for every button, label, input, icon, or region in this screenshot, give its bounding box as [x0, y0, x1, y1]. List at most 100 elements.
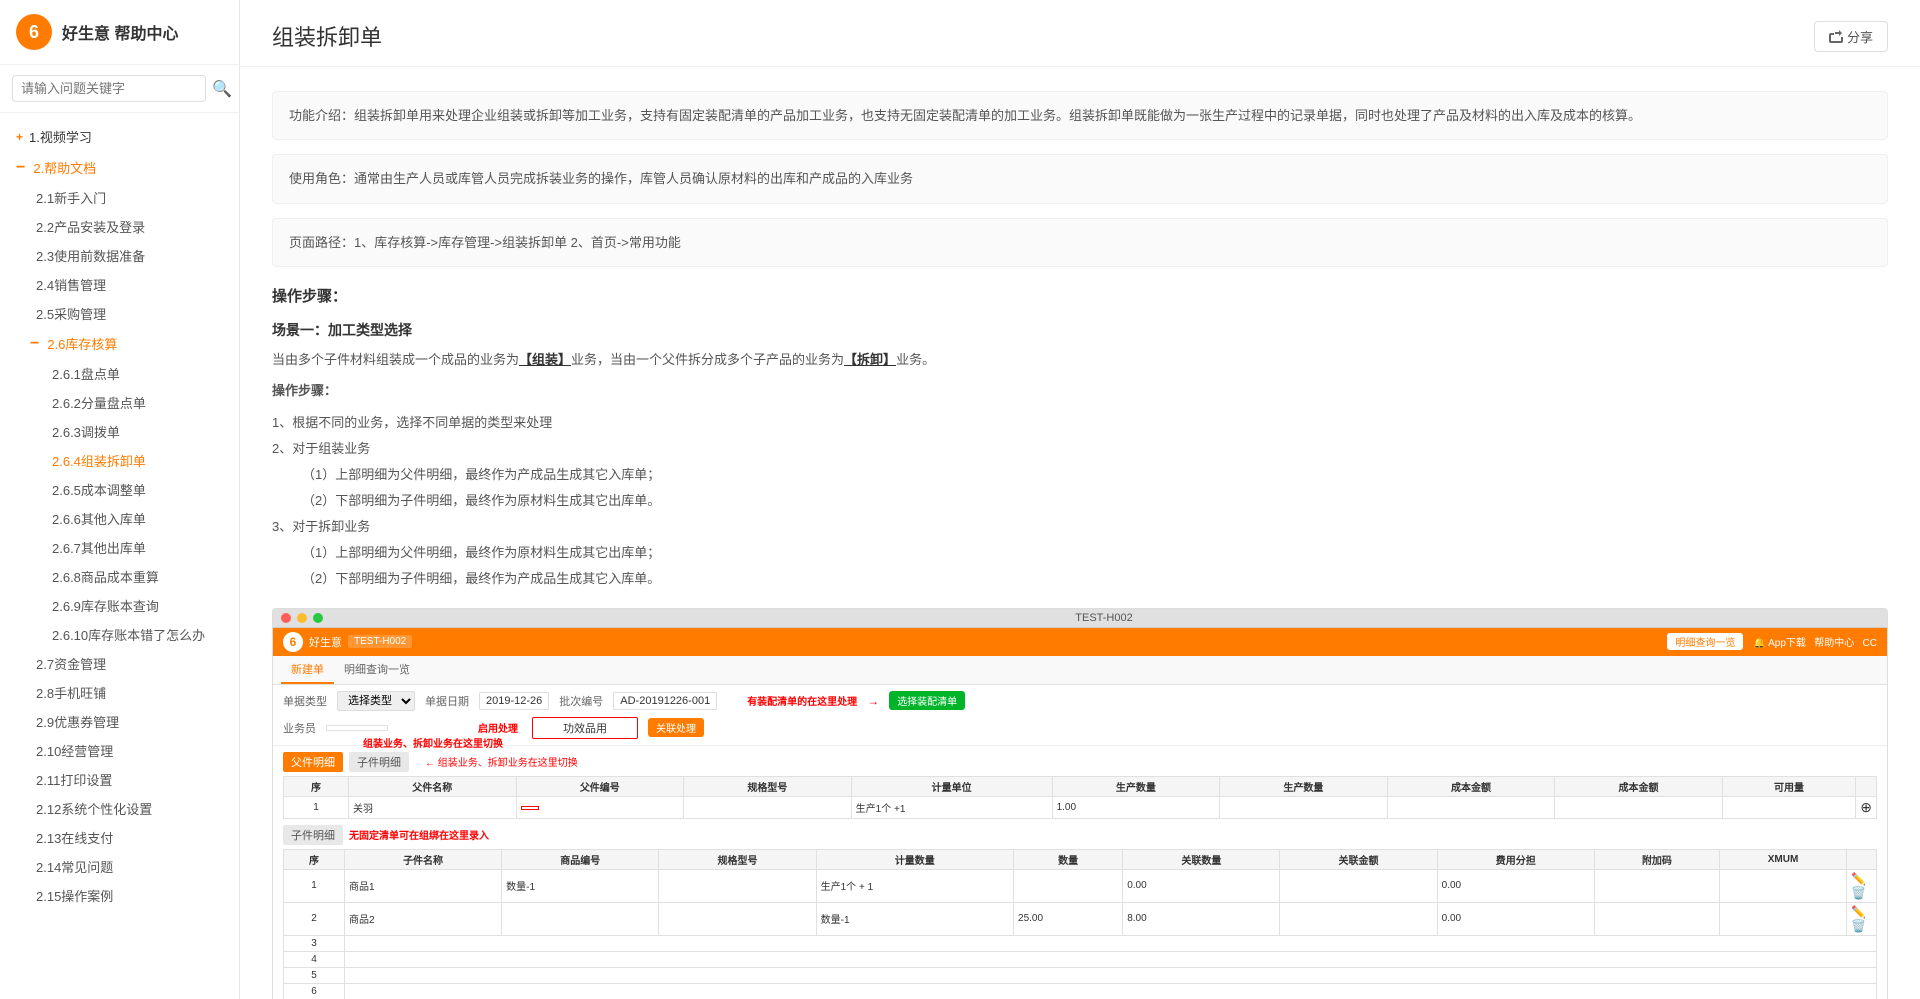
td-sub-spec1 [659, 869, 816, 902]
sidebar-item-docs-2-6[interactable]: − 2.6库存核算 [0, 328, 239, 359]
sidebar-item-docs-2-2[interactable]: 2.2产品安装及登录 [0, 212, 239, 241]
sc-table-label-lower: 子件明细 [349, 752, 409, 772]
window-close [281, 613, 291, 623]
sidebar-item-docs-2-6-7[interactable]: 2.6.7其他出库单 [0, 533, 239, 562]
td-sub-empty4 [344, 951, 1876, 967]
sidebar-item-docs-2-12[interactable]: 2.12系统个性化设置 [0, 794, 239, 823]
sidebar: 6 好生意 帮助中心 🔍 + 1.视频学习 − 2.帮助文档 2.1新手入门 2… [0, 0, 240, 999]
sidebar-item-docs[interactable]: − 2.帮助文档 [0, 152, 239, 183]
window-min [297, 613, 307, 623]
sidebar-item-docs-2-6-1[interactable]: 2.6.1盘点单 [0, 359, 239, 388]
topbar-new-btn[interactable]: 明细查询一览 [1667, 633, 1743, 650]
topbar-icons: 🔔 App下载 帮助中心 CC [1753, 634, 1877, 649]
sidebar-item-docs-2-8[interactable]: 2.8手机旺铺 [0, 678, 239, 707]
sidebar-item-label: 1.视频学习 [29, 127, 92, 146]
row-action-1[interactable]: ✏️ [1851, 872, 1866, 886]
th-cost1: 成本金额 [1387, 776, 1555, 796]
form-date-value[interactable]: 2019-12-26 [479, 692, 549, 710]
td-sub-code1: 数量-1 [502, 869, 659, 902]
sidebar-item-docs-2-9[interactable]: 2.9优惠券管理 [0, 707, 239, 736]
td-code [516, 796, 684, 818]
sc-tab-detail[interactable]: 明细查询一览 [334, 656, 420, 684]
expand-row-icon[interactable]: ⊕ [1860, 799, 1872, 815]
sidebar-item-docs-2-13[interactable]: 2.13在线支付 [0, 823, 239, 852]
td-spec [684, 796, 852, 818]
sidebar-item-label: 2.帮助文档 [33, 158, 96, 177]
sidebar-item-docs-2-6-6[interactable]: 2.6.6其他入库单 [0, 504, 239, 533]
sidebar-item-docs-2-15[interactable]: 2.15操作案例 [0, 881, 239, 910]
btn-choose-assembly[interactable]: 选择装配清单 [889, 691, 965, 710]
form-salesman-input[interactable] [326, 725, 388, 731]
td-code-red-box[interactable] [521, 806, 539, 810]
th-prod-qty2: 生产数量 [1220, 776, 1388, 796]
steps-list: 1、根据不同的业务，选择不同单据的类型来处理 2、对于组装业务 （1）上部明细为… [272, 410, 1888, 592]
share-button[interactable]: 分享 [1814, 21, 1888, 52]
td-sub-seq2: 2 [284, 902, 345, 935]
sidebar-nav: + 1.视频学习 − 2.帮助文档 2.1新手入门 2.2产品安装及登录 2.3… [0, 113, 239, 999]
th-prod-qty1: 生产数量 [1052, 776, 1220, 796]
intro-text: 功能介绍：组装拆卸单用来处理企业组装或拆卸等加工业务，支持有固定装配清单的产品加… [289, 108, 1641, 123]
sidebar-item-docs-2-6-5[interactable]: 2.6.5成本调整单 [0, 475, 239, 504]
th-sub-num: 数量 [1014, 849, 1123, 869]
th-cost2: 成本金额 [1555, 776, 1723, 796]
main-header: 组装拆卸单 分享 [240, 0, 1920, 67]
sidebar-item-docs-2-11[interactable]: 2.11打印设置 [0, 765, 239, 794]
td-sub-qty1: 生产1个 + 1 [816, 869, 1013, 902]
form-enable-input[interactable]: 功效品用 [532, 717, 638, 739]
sc-tab-new[interactable]: 新建单 [281, 656, 334, 684]
sidebar-item-docs-2-14[interactable]: 2.14常见问题 [0, 852, 239, 881]
td-sub-empty5 [344, 967, 1876, 983]
td-name: 关羽 [348, 796, 516, 818]
td-seq: 1 [284, 796, 349, 818]
step1: 1、根据不同的业务，选择不同单据的类型来处理 [272, 410, 1888, 436]
td-op1: ⊕ [1856, 796, 1877, 818]
scene1-desc: 当由多个子件材料组装成一个成品的业务为【组装】业务，当由一个父件拆分成多个子产品… [272, 348, 1888, 373]
sidebar-item-docs-2-5[interactable]: 2.5采购管理 [0, 299, 239, 328]
topbar-company: TEST-H002 [348, 635, 412, 648]
sidebar-item-docs-2-1[interactable]: 2.1新手入门 [0, 183, 239, 212]
td-sub-rel-amt2 [1280, 902, 1437, 935]
sidebar-item-docs-2-6-4[interactable]: 2.6.4组装拆卸单 [0, 446, 239, 475]
td-unit: 生产1个 +1 [851, 796, 1052, 818]
sidebar-logo: 6 好生意 帮助中心 [0, 0, 239, 65]
sidebar-item-docs-2-6-2[interactable]: 2.6.2分量盘点单 [0, 388, 239, 417]
form-select-type[interactable]: 选择类型 [337, 691, 415, 711]
annotation-switch: 组装业务、拆卸业务在这里切换 [363, 735, 503, 750]
td-sub-num2: 25.00 [1014, 902, 1123, 935]
sidebar-item-docs-2-10[interactable]: 2.10经营管理 [0, 736, 239, 765]
sidebar-item-docs-2-3[interactable]: 2.3使用前数据准备 [0, 241, 239, 270]
td-sub-extra1 [1720, 869, 1847, 902]
sc-table-label-upper: 父件明细 [283, 752, 343, 772]
page-title: 组装拆卸单 [272, 20, 382, 52]
table-row-sub-3: 3 [284, 935, 1877, 951]
sidebar-item-docs-2-7[interactable]: 2.7资金管理 [0, 649, 239, 678]
td-sub-seq5: 5 [284, 967, 345, 983]
sidebar-item-docs-2-4[interactable]: 2.4销售管理 [0, 270, 239, 299]
search-button[interactable]: 🔍 [212, 79, 232, 99]
step2: 2、对于组装业务 [272, 436, 1888, 462]
step3-sub: （1）上部明细为父件明细，最终作为原材料生成其它出库单； （2）下部明细为子件明… [272, 540, 1888, 592]
step3-sub1: （1）上部明细为父件明细，最终作为原材料生成其它出库单； [302, 540, 1888, 566]
sidebar-item-docs-2-6-3[interactable]: 2.6.3调拨单 [0, 417, 239, 446]
share-icon [1829, 29, 1843, 43]
td-cost1 [1387, 796, 1555, 818]
ops-title: 操作步骤： [272, 285, 1888, 306]
table-row-sub-4: 4 [284, 951, 1877, 967]
sidebar-item-docs-2-6-8[interactable]: 2.6.8商品成本重算 [0, 562, 239, 591]
td-sub-rel-amt1 [1280, 869, 1437, 902]
row-delete-1[interactable]: 🗑️ [1851, 886, 1866, 900]
sidebar-item-video[interactable]: + 1.视频学习 [0, 121, 239, 152]
td-sub-rel-qty1: 0.00 [1123, 869, 1280, 902]
td-sub-name1: 商品1 [344, 869, 501, 902]
td-sub-seq4: 4 [284, 951, 345, 967]
td-sub-qty2: 数量-1 [816, 902, 1013, 935]
row-action-2[interactable]: ✏️ [1851, 905, 1866, 919]
btn-confirm[interactable]: 关联处理 [648, 718, 704, 737]
annotation-switch-here: ← 组装业务、拆卸业务在这里切换 [425, 754, 578, 769]
search-input[interactable] [12, 75, 206, 102]
sidebar-item-docs-2-6-10[interactable]: 2.6.10库存账本错了怎么办 [0, 620, 239, 649]
sidebar-item-docs-2-6-9[interactable]: 2.6.9库存账本查询 [0, 591, 239, 620]
th-sub-rel-amt: 关联金额 [1280, 849, 1437, 869]
row-delete-2[interactable]: 🗑️ [1851, 919, 1866, 933]
path-text: 页面路径：1、库存核算->库存管理->组装拆卸单 2、首页->常用功能 [289, 235, 681, 250]
